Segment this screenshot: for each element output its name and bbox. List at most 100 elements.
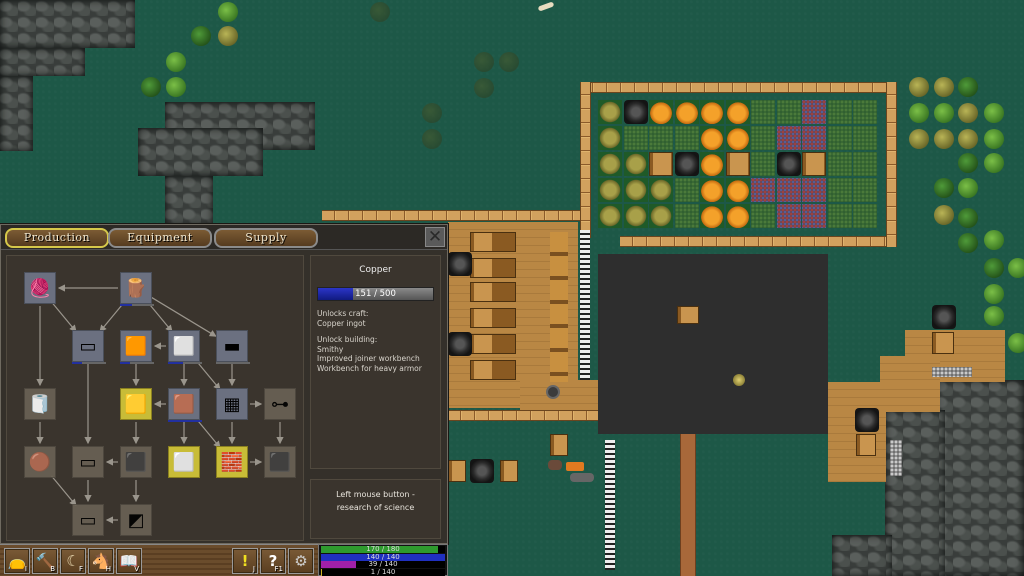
pumpkin-crop[interactable]: [725, 126, 750, 150]
tab-equipment[interactable]: Equipment: [108, 228, 212, 248]
cabbage-crop[interactable]: [598, 204, 622, 228]
tech-node-cloth-bed[interactable]: ▭: [72, 330, 106, 364]
inventory-button[interactable]: 👝 I: [4, 548, 30, 574]
pumpkin-crop[interactable]: [700, 100, 724, 124]
character-player[interactable]: [733, 374, 745, 386]
tech-node-steel-plate[interactable]: ▭: [72, 446, 104, 478]
tech-node-anvil[interactable]: ⬛: [120, 446, 152, 478]
seeded-soil[interactable]: [674, 178, 699, 202]
pumpkin-crop[interactable]: [700, 152, 724, 176]
cabbage-crop[interactable]: [649, 204, 673, 228]
tech-node-planks[interactable]: ▬: [216, 330, 250, 364]
storage-crate[interactable]: [725, 152, 750, 176]
seeded-soil[interactable]: [623, 126, 648, 150]
seeded-soil[interactable]: [751, 204, 775, 228]
cabbage-crop[interactable]: [623, 178, 648, 202]
tech-node-steel-ingot[interactable]: ◩: [120, 504, 152, 536]
flower-bed[interactable]: [776, 178, 801, 202]
seeded-soil[interactable]: [751, 126, 775, 150]
tab-supply[interactable]: Supply: [214, 228, 318, 248]
workbench[interactable]: [470, 282, 516, 302]
seeded-soil[interactable]: [776, 100, 801, 124]
coal-pile[interactable]: [776, 152, 801, 176]
workbench[interactable]: [470, 334, 516, 354]
hunt-button[interactable]: 🐴 H: [88, 548, 114, 574]
pumpkin-crop[interactable]: [700, 204, 724, 228]
tech-node-brick-wall[interactable]: 🧱: [216, 446, 248, 478]
seeded-soil[interactable]: [853, 152, 877, 176]
cabbage-crop[interactable]: [623, 152, 648, 176]
bottle-item[interactable]: [570, 473, 594, 482]
tech-node-fine-bed[interactable]: ▭: [72, 504, 104, 536]
flower-bed[interactable]: [802, 204, 826, 228]
seeded-soil[interactable]: [853, 178, 877, 202]
seeded-soil[interactable]: [853, 100, 877, 124]
workbench[interactable]: [470, 308, 516, 328]
tech-node-furnace[interactable]: ⬛: [264, 446, 296, 478]
cabbage-crop[interactable]: [649, 178, 673, 202]
storage-shelf[interactable]: [550, 232, 568, 382]
storage-crate[interactable]: [649, 152, 673, 176]
pumpkin-crop[interactable]: [649, 100, 673, 124]
pumpkin-crop[interactable]: [700, 126, 724, 150]
science-button[interactable]: 📖 V: [116, 548, 142, 574]
tech-node-logs[interactable]: 🪵: [120, 272, 154, 306]
rock-crop[interactable]: [623, 100, 648, 124]
tech-node-cloth-roll[interactable]: 🧻: [24, 388, 56, 420]
cabbage-crop[interactable]: [598, 126, 622, 150]
tech-node-gold[interactable]: 🟨: [120, 388, 152, 420]
cabbage-crop[interactable]: [623, 204, 648, 228]
seeded-soil[interactable]: [827, 126, 852, 150]
stone-pile[interactable]: [890, 440, 902, 476]
storage-crate[interactable]: [550, 434, 568, 456]
seeded-soil[interactable]: [649, 126, 673, 150]
journal-button[interactable]: ! J: [232, 548, 258, 574]
barrel-item[interactable]: [548, 460, 562, 470]
farm-button[interactable]: ☾ F: [60, 548, 86, 574]
tech-node-stone-wall[interactable]: ▦: [216, 388, 248, 420]
pumpkin-crop[interactable]: [725, 100, 750, 124]
tech-node-barbell[interactable]: ⊶: [264, 388, 296, 420]
pumpkin-crop[interactable]: [725, 178, 750, 202]
storage-crate[interactable]: [500, 460, 518, 482]
pumpkin-crop[interactable]: [725, 204, 750, 228]
workbench[interactable]: [470, 232, 516, 252]
flower-bed[interactable]: [751, 178, 775, 202]
coal-pile[interactable]: [470, 459, 494, 483]
flower-bed[interactable]: [776, 126, 801, 150]
flower-bed[interactable]: [802, 126, 826, 150]
cabbage-crop[interactable]: [598, 178, 622, 202]
storage-crate[interactable]: [856, 434, 876, 456]
seeded-soil[interactable]: [827, 152, 852, 176]
character-worker[interactable]: [546, 385, 560, 399]
workbench[interactable]: [470, 258, 516, 278]
flower-bed[interactable]: [802, 178, 826, 202]
bone-item[interactable]: [537, 1, 555, 12]
storage-crate[interactable]: [802, 152, 826, 176]
flower-bed[interactable]: [776, 204, 801, 228]
pumpkin-crop[interactable]: [700, 178, 724, 202]
tech-node-silver[interactable]: ⬜: [168, 446, 200, 478]
seeded-soil[interactable]: [751, 100, 775, 124]
workbench[interactable]: [470, 360, 516, 380]
coal-pile[interactable]: [932, 305, 956, 329]
build-button[interactable]: 🔨 B: [32, 548, 58, 574]
close-button[interactable]: ✕: [425, 227, 445, 247]
seeded-soil[interactable]: [674, 204, 699, 228]
seeded-soil[interactable]: [674, 126, 699, 150]
help-button[interactable]: ? F1: [260, 548, 286, 574]
copper-ore-item[interactable]: [566, 462, 584, 471]
coal-pile[interactable]: [855, 408, 879, 432]
stone-pile[interactable]: [932, 367, 972, 377]
tech-node-leather[interactable]: 🟤: [24, 446, 56, 478]
seeded-soil[interactable]: [853, 204, 877, 228]
cabbage-crop[interactable]: [598, 100, 622, 124]
tech-node-fiber[interactable]: 🧶: [24, 272, 56, 304]
seeded-soil[interactable]: [751, 152, 775, 176]
tech-node-iron[interactable]: ⬜: [168, 330, 202, 364]
seeded-soil[interactable]: [827, 204, 852, 228]
seeded-soil[interactable]: [853, 126, 877, 150]
tab-production[interactable]: Production: [5, 228, 109, 248]
tech-node-copper-ore[interactable]: 🟫: [168, 388, 202, 422]
coal-pile[interactable]: [674, 152, 699, 176]
